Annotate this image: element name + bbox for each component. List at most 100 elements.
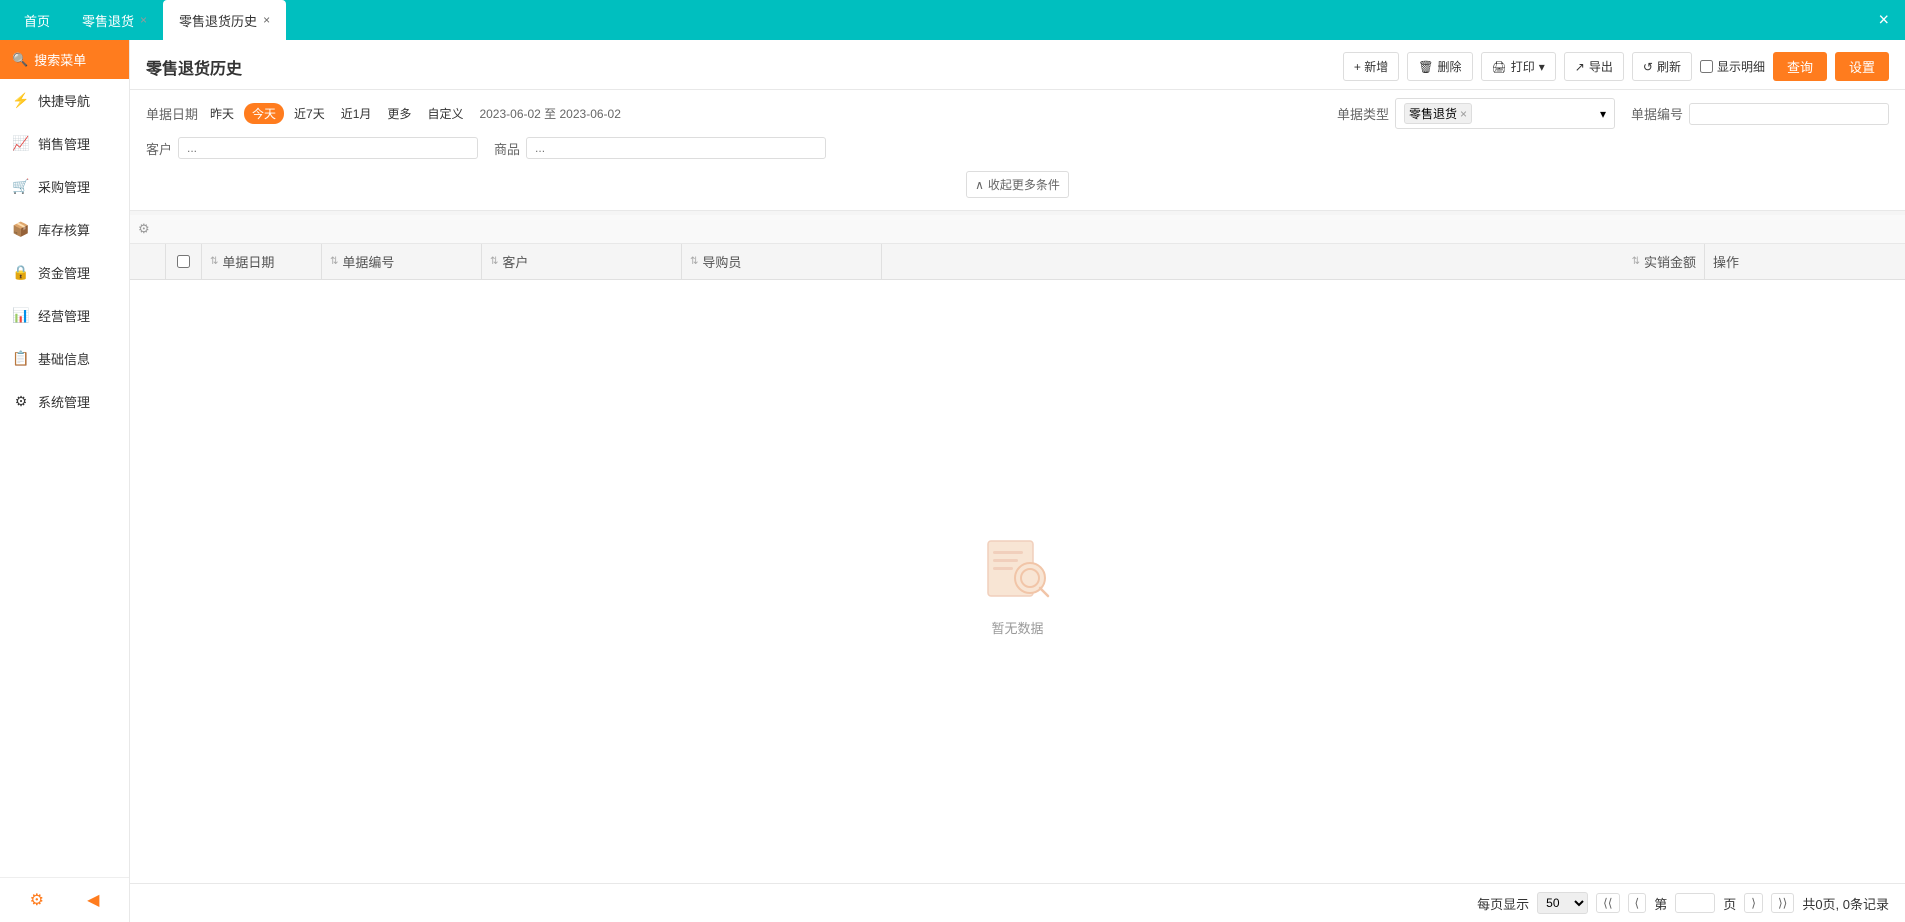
show-detail-checkbox-label[interactable]: 显示明细: [1700, 58, 1765, 75]
th-amount[interactable]: ⇅ 实销金额: [882, 244, 1705, 279]
th-customer-label: 客户: [502, 252, 528, 271]
main-layout: 🔍 搜索菜单 ⚡ 快捷导航 📈 销售管理 🛒 采购管理 📦 库存核算 🔒 资金管…: [0, 40, 1905, 922]
collapse-label: 收起更多条件: [988, 176, 1060, 193]
doc-type-tag: 零售退货 ×: [1404, 103, 1472, 124]
settings-bottom-icon[interactable]: ⚙: [30, 890, 44, 910]
th-date[interactable]: ⇅ 单据日期: [202, 244, 322, 279]
tab-retail-return-history-close[interactable]: ×: [263, 13, 270, 27]
sidebar-item-purchase[interactable]: 🛒 采购管理: [0, 165, 129, 208]
date-range-display: 2023-06-02 至 2023-06-02: [479, 105, 620, 122]
sidebar-item-operations[interactable]: 📊 经营管理: [0, 294, 129, 337]
doc-number-label: 单据编号: [1631, 104, 1683, 123]
product-input[interactable]: [526, 137, 826, 159]
query-button[interactable]: 查询: [1773, 52, 1827, 81]
empty-text: 暂无数据: [991, 618, 1043, 637]
date-options: 昨天 今天 近7天 近1月 更多 自定义: [204, 103, 469, 124]
inventory-icon: 📦: [12, 221, 30, 239]
doc-number-input[interactable]: [1689, 103, 1889, 125]
sidebar-item-label: 资金管理: [38, 263, 90, 282]
tab-retail-return[interactable]: 零售退货 ×: [66, 0, 163, 40]
sidebar-item-label: 基础信息: [38, 349, 90, 368]
window-close-button[interactable]: ×: [1878, 10, 1889, 31]
sidebar-item-finance[interactable]: 🔒 资金管理: [0, 251, 129, 294]
tab-retail-return-close[interactable]: ×: [140, 13, 147, 27]
sidebar-item-label: 快捷导航: [38, 91, 90, 110]
date-btn-more[interactable]: 更多: [381, 103, 417, 124]
collapse-sidebar-icon[interactable]: ◀: [87, 890, 99, 910]
th-operations: 操作: [1705, 244, 1825, 279]
prev-page-button[interactable]: ⟨: [1628, 893, 1647, 913]
sidebar-item-sales[interactable]: 📈 销售管理: [0, 122, 129, 165]
th-doc-number[interactable]: ⇅ 单据编号: [322, 244, 482, 279]
sort-icon: ⇅: [690, 256, 698, 267]
collapse-button[interactable]: ∧ 收起更多条件: [966, 171, 1069, 198]
table-header: ⇅ 单据日期 ⇅ 单据编号 ⇅ 客户 ⇅ 导购员 ⇅ 实销金额: [130, 244, 1905, 280]
purchase-icon: 🛒: [12, 178, 30, 196]
th-guide-label: 导购员: [702, 252, 741, 271]
page-label: 第: [1654, 894, 1667, 913]
export-icon: ↗: [1575, 60, 1585, 74]
sort-icon: ⇅: [330, 256, 338, 267]
next-page-button[interactable]: ⟩: [1744, 893, 1763, 913]
first-page-button[interactable]: ⟨⟨: [1596, 893, 1619, 913]
export-button[interactable]: ↗ 导出: [1564, 52, 1624, 81]
refresh-button[interactable]: ↺ 刷新: [1632, 52, 1692, 81]
sidebar-item-basic-info[interactable]: 📋 基础信息: [0, 337, 129, 380]
delete-button[interactable]: 🗑 删除: [1407, 52, 1472, 81]
table-settings-icon[interactable]: ⚙: [138, 221, 150, 237]
collapse-icon: ∧: [975, 178, 984, 192]
sidebar-item-label: 采购管理: [38, 177, 90, 196]
doc-type-filter: 单据类型 零售退货 × ▾: [1337, 98, 1615, 129]
filter-collapse-row: ∧ 收起更多条件: [146, 167, 1889, 202]
page-input[interactable]: 1: [1675, 893, 1715, 913]
customer-filter: 客户: [146, 137, 478, 159]
doc-type-tag-close[interactable]: ×: [1460, 107, 1467, 121]
print-button[interactable]: 🖨 打印 ▾: [1481, 52, 1556, 81]
customer-input[interactable]: [178, 137, 478, 159]
sort-icon: ⇅: [1632, 256, 1640, 267]
th-customer[interactable]: ⇅ 客户: [482, 244, 682, 279]
th-checkbox[interactable]: [166, 244, 202, 279]
date-btn-1month[interactable]: 近1月: [335, 103, 378, 124]
date-btn-yesterday[interactable]: 昨天: [204, 103, 240, 124]
finance-icon: 🔒: [12, 264, 30, 282]
search-icon: 🔍: [12, 52, 28, 68]
show-detail-checkbox[interactable]: [1700, 60, 1713, 73]
th-operations-label: 操作: [1713, 252, 1739, 271]
tab-retail-return-history[interactable]: 零售退货历史 ×: [163, 0, 286, 40]
sidebar-item-quick-nav[interactable]: ⚡ 快捷导航: [0, 79, 129, 122]
date-btn-today[interactable]: 今天: [244, 103, 284, 124]
tab-retail-return-history-label: 零售退货历史: [179, 11, 257, 30]
header-actions: + 新增 🗑 删除 🖨 打印 ▾ ↗ 导出 ↺ 刷新: [1343, 52, 1889, 81]
doc-type-select[interactable]: 零售退货 × ▾: [1395, 98, 1615, 129]
sidebar-item-label: 库存核算: [38, 220, 90, 239]
basic-info-icon: 📋: [12, 350, 30, 368]
pagination: 每页显示 50 10 20 100 ⟨⟨ ⟨ 第 1 页 ⟩ ⟩⟩ 共0页, 0…: [130, 883, 1905, 922]
sidebar-search[interactable]: 🔍 搜索菜单: [0, 40, 129, 79]
tab-home[interactable]: 首页: [8, 0, 66, 40]
quick-nav-icon: ⚡: [12, 92, 30, 110]
per-page-select[interactable]: 50 10 20 100: [1537, 892, 1588, 914]
empty-state-icon: [978, 526, 1058, 606]
sort-icon: ⇅: [210, 256, 218, 267]
doc-type-label: 单据类型: [1337, 104, 1389, 123]
date-btn-custom[interactable]: 自定义: [421, 103, 469, 124]
total-info: 共0页, 0条记录: [1802, 894, 1889, 913]
th-doc-number-label: 单据编号: [342, 252, 394, 271]
system-icon: ⚙: [12, 393, 30, 411]
th-guide[interactable]: ⇅ 导购员: [682, 244, 882, 279]
tab-retail-return-label: 零售退货: [82, 11, 134, 30]
settings-button[interactable]: 设置: [1835, 52, 1889, 81]
empty-state: 暂无数据: [130, 280, 1905, 883]
date-btn-7days[interactable]: 近7天: [288, 103, 331, 124]
tab-home-label: 首页: [24, 11, 50, 30]
select-all-checkbox[interactable]: [177, 255, 190, 268]
table-area: ⚙ ⇅ 单据日期 ⇅ 单据编号 ⇅ 客户: [130, 215, 1905, 922]
sidebar-item-label: 销售管理: [38, 134, 90, 153]
last-page-button[interactable]: ⟩⟩: [1771, 893, 1794, 913]
table-toolbar: ⚙: [130, 215, 1905, 244]
filter-row-2: 客户 商品: [146, 137, 1889, 159]
sidebar-item-inventory[interactable]: 📦 库存核算: [0, 208, 129, 251]
sidebar-item-system[interactable]: ⚙ 系统管理: [0, 380, 129, 423]
new-button[interactable]: + 新增: [1343, 52, 1399, 81]
